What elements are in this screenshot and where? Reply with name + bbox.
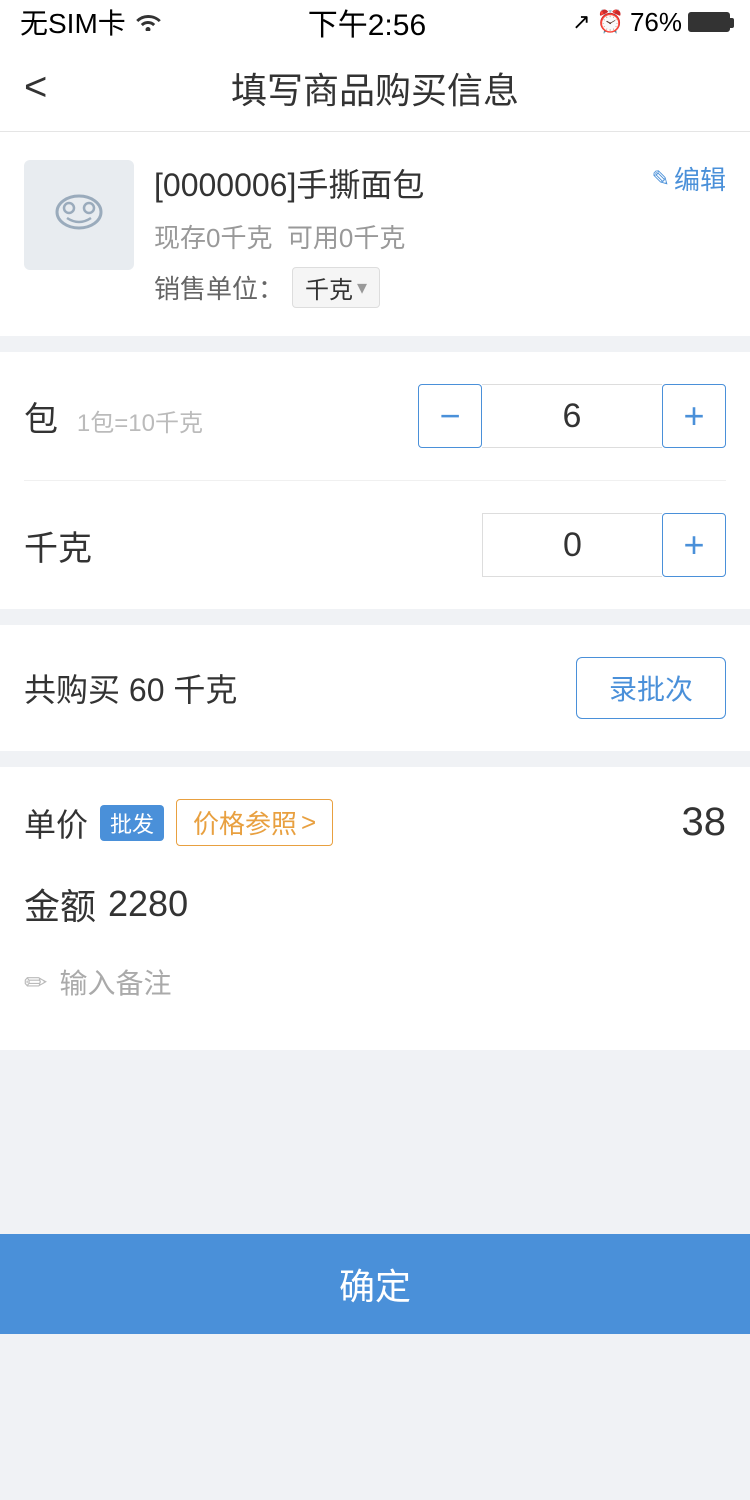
price-label: 单价 [24, 800, 88, 846]
status-left: 无SIM卡 [20, 2, 162, 42]
package-label: 包 [24, 401, 58, 439]
battery-percent: 76% [630, 7, 682, 38]
kg-increment-button[interactable]: + [662, 513, 726, 577]
product-unit: 销售单位： 千克 ▾ [154, 267, 632, 308]
product-card-right: ✎ 编辑 [652, 160, 726, 197]
unit-selector[interactable]: 千克 ▾ [292, 267, 380, 308]
battery-icon [688, 12, 730, 32]
remark-label: 输入备注 [59, 962, 171, 1002]
kg-controls: + [482, 513, 726, 577]
location-icon: ↗ [572, 9, 590, 35]
amount-value: 2280 [108, 883, 188, 925]
package-quantity-input[interactable] [482, 384, 662, 448]
package-controls: − + [418, 384, 726, 448]
package-row: 包 1包=10千克 − + [24, 352, 726, 481]
amount-label: 金额 [24, 878, 96, 930]
kg-label-area: 千克 [24, 521, 92, 570]
wholesale-badge: 批发 [100, 805, 164, 841]
kg-quantity-input[interactable] [482, 513, 662, 577]
price-reference-button[interactable]: 价格参照 > [176, 799, 333, 846]
kg-label: 千克 [24, 530, 92, 568]
total-text: 共购买 60 千克 [24, 665, 237, 711]
amount-row: 金额 2280 [24, 878, 726, 930]
package-hint: 1包=10千克 [77, 410, 203, 437]
product-info: [0000006]手撕面包 现存0千克 可用0千克 销售单位： 千克 ▾ [154, 160, 632, 308]
package-decrement-button[interactable]: − [418, 384, 482, 448]
page-title: 填写商品购买信息 [231, 62, 519, 114]
product-stock: 现存0千克 可用0千克 [154, 218, 632, 255]
product-name: [0000006]手撕面包 [154, 160, 632, 206]
price-value: 38 [682, 800, 727, 845]
price-left: 单价 批发 价格参照 > [24, 799, 333, 846]
wifi-icon [134, 6, 162, 38]
total-row: 共购买 60 千克 录批次 [0, 625, 750, 751]
product-card: [0000006]手撕面包 现存0千克 可用0千克 销售单位： 千克 ▾ ✎ 编… [0, 132, 750, 336]
price-section: 单价 批发 价格参照 > 38 金额 2280 ✏ 输入备注 [0, 767, 750, 1050]
package-increment-button[interactable]: + [662, 384, 726, 448]
status-time: 下午2:56 [308, 0, 426, 44]
spacer [0, 1050, 750, 1400]
unit-dropdown-arrow: ▾ [357, 275, 367, 300]
alarm-icon: ⏰ [597, 9, 624, 35]
edit-button[interactable]: ✎ 编辑 [652, 160, 726, 197]
quantity-section: 包 1包=10千克 − + 千克 + [0, 352, 750, 609]
back-button[interactable]: < [24, 65, 47, 110]
kg-row: 千克 + [24, 481, 726, 609]
carrier-label: 无SIM卡 [20, 2, 126, 42]
remark-row[interactable]: ✏ 输入备注 [24, 946, 726, 1018]
status-right: ↗ ⏰ 76% [572, 7, 730, 38]
product-thumbnail [24, 160, 134, 270]
batch-button[interactable]: 录批次 [576, 657, 726, 719]
confirm-button[interactable]: 确定 [0, 1234, 750, 1334]
package-label-area: 包 1包=10千克 [24, 392, 203, 441]
pencil-icon: ✏ [24, 966, 47, 999]
status-bar: 无SIM卡 下午2:56 ↗ ⏰ 76% [0, 0, 750, 44]
nav-bar: < 填写商品购买信息 [0, 44, 750, 132]
price-row: 单价 批发 价格参照 > 38 [24, 799, 726, 846]
